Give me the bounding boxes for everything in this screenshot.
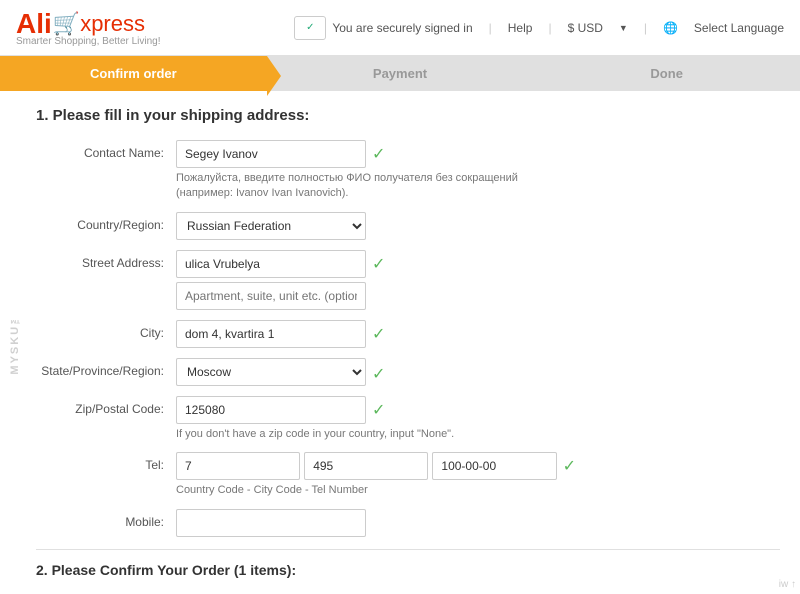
mobile-input[interactable] — [176, 509, 366, 537]
header-right: ✓ You are securely signed in | Help | $ … — [294, 16, 784, 40]
watermark: MYSKU™ — [0, 91, 30, 594]
zip-hint: If you don't have a zip code in your cou… — [176, 427, 576, 442]
zip-row: Zip/Postal Code: ✓ If you don't have a z… — [36, 396, 780, 442]
tel-row: Tel: ✓ Country Code - City Code - Tel Nu… — [36, 452, 780, 498]
country-label: Country/Region: — [36, 212, 176, 232]
street-address-check-icon: ✓ — [372, 254, 385, 274]
divider2: | — [548, 21, 551, 35]
logo-express-text: xpress — [80, 11, 145, 37]
state-check-icon: ✓ — [372, 364, 385, 384]
city-check-icon: ✓ — [372, 324, 385, 344]
state-field: Moscow Saint Petersburg Novosibirsk ✓ — [176, 358, 576, 386]
state-select[interactable]: Moscow Saint Petersburg Novosibirsk — [176, 358, 366, 386]
tel-city-code-input[interactable] — [304, 452, 428, 480]
state-label: State/Province/Region: — [36, 358, 176, 378]
secure-icon: ✓ — [294, 16, 326, 40]
globe-icon: 🌐 — [663, 21, 678, 35]
tel-hint: Country Code - City Code - Tel Number — [176, 483, 576, 498]
page-content: MYSKU™ 1. Please fill in your shipping a… — [0, 91, 800, 594]
street-address-optional-input[interactable] — [176, 282, 366, 310]
progress-bar: Confirm order Payment Done — [0, 56, 800, 91]
bottom-right-watermark: iw ↑ — [779, 579, 796, 590]
main-form: 1. Please fill in your shipping address:… — [0, 91, 800, 594]
city-row: City: ✓ — [36, 320, 780, 348]
tel-country-code-input[interactable] — [176, 452, 300, 480]
help-link[interactable]: Help — [508, 21, 533, 35]
country-select[interactable]: Russian Federation United States Germany… — [176, 212, 366, 240]
zip-input[interactable] — [176, 396, 366, 424]
divider3: | — [644, 21, 647, 35]
zip-label: Zip/Postal Code: — [36, 396, 176, 416]
zip-field: ✓ If you don't have a zip code in your c… — [176, 396, 576, 442]
country-region-row: Country/Region: Russian Federation Unite… — [36, 212, 780, 240]
mobile-row: Mobile: — [36, 509, 780, 537]
street-address-row: Street Address: ✓ — [36, 250, 780, 310]
tel-number-input[interactable] — [432, 452, 556, 480]
city-field: ✓ — [176, 320, 576, 348]
contact-name-check-icon: ✓ — [372, 144, 385, 164]
tel-label: Tel: — [36, 452, 176, 472]
mobile-field — [176, 509, 576, 537]
zip-check-icon: ✓ — [372, 400, 385, 420]
contact-name-input[interactable] — [176, 140, 366, 168]
section-divider — [36, 549, 780, 550]
chevron-down-icon: ▼ — [619, 23, 628, 33]
tel-check-icon: ✓ — [563, 456, 576, 476]
street-address-field: ✓ — [176, 250, 576, 310]
currency-selector[interactable]: $ USD — [568, 21, 603, 35]
section-title: 1. Please fill in your shipping address: — [36, 107, 780, 124]
bottom-section-title: 2. Please Confirm Your Order (1 items): — [36, 562, 780, 578]
city-input[interactable] — [176, 320, 366, 348]
contact-name-field: ✓ Пожалуйста, введите полностью ФИО полу… — [176, 140, 576, 202]
step-done[interactable]: Done — [533, 56, 800, 91]
step-confirm-order[interactable]: Confirm order — [0, 56, 267, 91]
divider: | — [489, 21, 492, 35]
street-address-input[interactable] — [176, 250, 366, 278]
step-payment[interactable]: Payment — [267, 56, 534, 91]
logo-tagline: Smarter Shopping, Better Living! — [16, 36, 161, 47]
logo-cart-icon: 🛒 — [53, 11, 80, 37]
contact-name-hint: Пожалуйста, введите полностью ФИО получа… — [176, 171, 576, 202]
tel-field: ✓ Country Code - City Code - Tel Number — [176, 452, 576, 498]
language-selector[interactable]: Select Language — [694, 21, 784, 35]
country-field: Russian Federation United States Germany… — [176, 212, 576, 240]
street-address-label: Street Address: — [36, 250, 176, 270]
logo: Ali 🛒 xpress Smarter Shopping, Better Li… — [16, 8, 161, 47]
contact-name-row: Contact Name: ✓ Пожалуйста, введите полн… — [36, 140, 780, 202]
secure-badge: ✓ You are securely signed in — [294, 16, 472, 40]
contact-name-label: Contact Name: — [36, 140, 176, 160]
state-row: State/Province/Region: Moscow Saint Pete… — [36, 358, 780, 386]
secure-text: You are securely signed in — [332, 21, 472, 35]
header: Ali 🛒 xpress Smarter Shopping, Better Li… — [0, 0, 800, 56]
city-label: City: — [36, 320, 176, 340]
